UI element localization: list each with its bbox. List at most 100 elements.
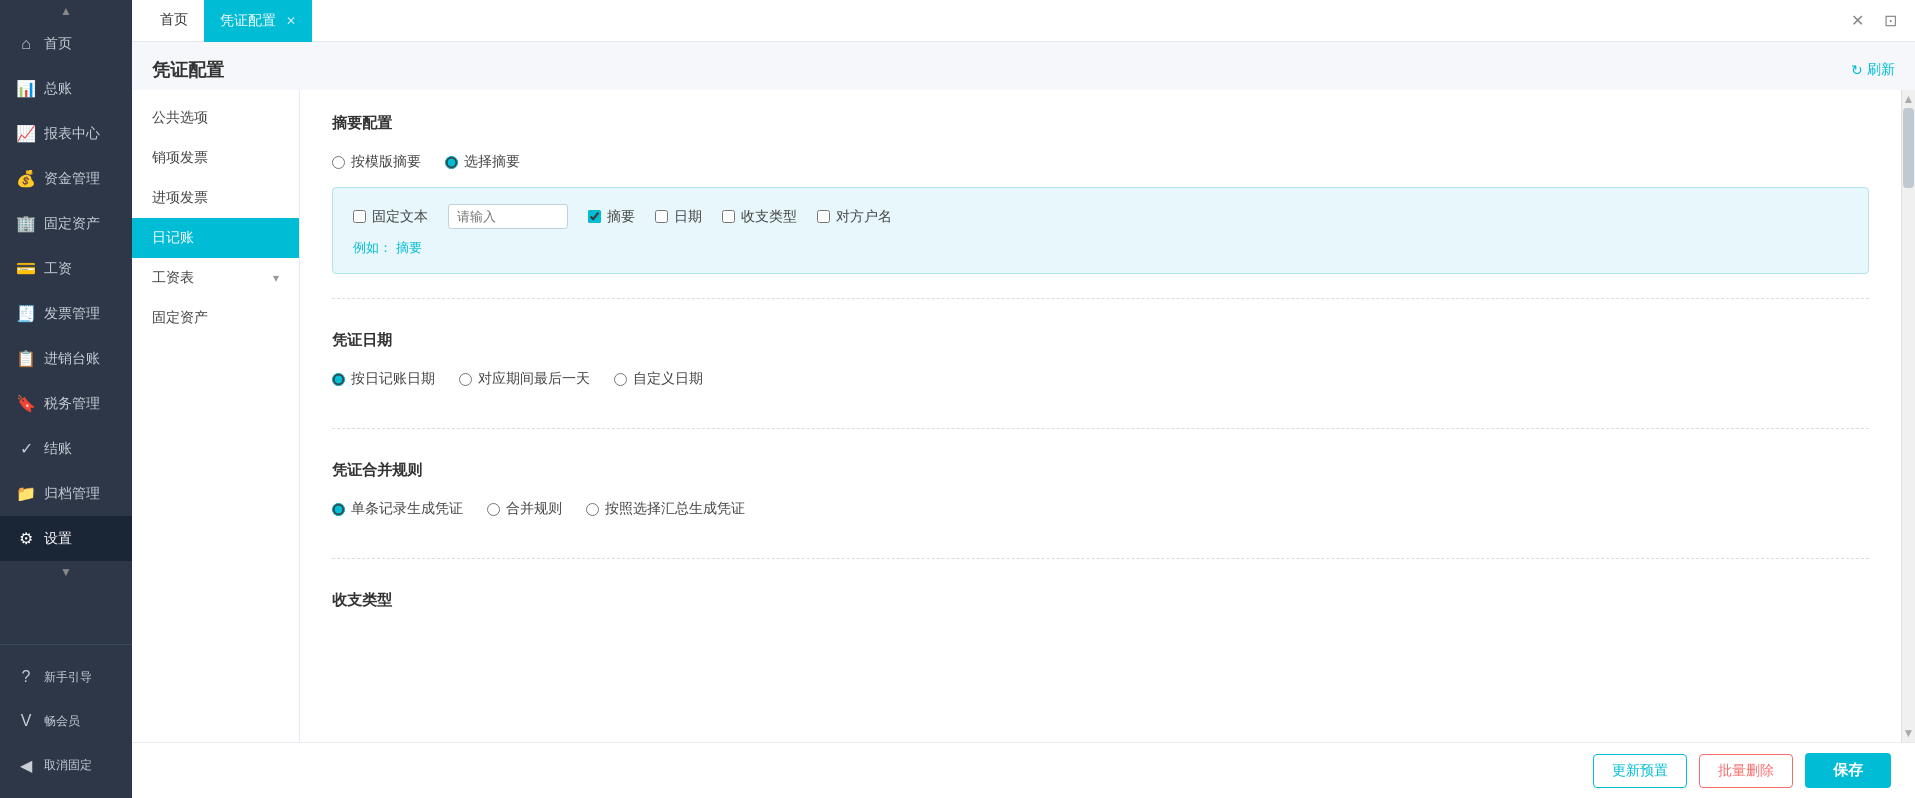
merge-radio-group: 单条记录生成凭证 合并规则 按照选择汇总生成凭证 [332,500,1869,518]
pin-icon: ◀ [16,756,36,775]
refresh-button[interactable]: ↻ 刷新 [1851,61,1895,79]
chevron-down-icon: ▾ [273,271,279,285]
summary-label: 摘要 [607,208,635,226]
left-nav-sales-invoice-label: 销项发票 [152,149,208,167]
right-content: 摘要配置 按模版摘要 选择摘要 [300,90,1901,742]
fixed-text-checkbox-label[interactable]: 固定文本 [353,208,428,226]
sidebar-item-tax[interactable]: 🔖 税务管理 [0,381,132,426]
template-summary-radio-label[interactable]: 按模版摘要 [332,153,421,171]
select-summary-gen-radio-label[interactable]: 按照选择汇总生成凭证 [586,500,745,518]
sidebar-item-archive[interactable]: 📁 归档管理 [0,471,132,516]
date-radio-group: 按日记账日期 对应期间最后一天 自定义日期 [332,370,1869,388]
template-summary-radio[interactable] [332,156,345,169]
income-type-checkbox-label[interactable]: 收支类型 [722,208,797,226]
single-record-radio[interactable] [332,503,345,516]
sidebar-item-fixed-asset[interactable]: 🏢 固定资产 [0,201,132,246]
period-last-label: 对应期间最后一天 [478,370,590,388]
maximize-window-button[interactable]: ⊡ [1878,9,1903,32]
summary-checkbox-label[interactable]: 摘要 [588,208,635,226]
select-summary-radio-label[interactable]: 选择摘要 [445,153,520,171]
sidebar-item-home[interactable]: ⌂ 首页 [0,22,132,66]
journal-date-radio[interactable] [332,373,345,386]
counterpart-checkbox[interactable] [817,210,830,223]
example-value: 摘要 [396,240,422,255]
counterpart-label: 对方户名 [836,208,892,226]
period-last-radio-label[interactable]: 对应期间最后一天 [459,370,590,388]
tab-bar: 首页 凭证配置 ✕ ✕ ⊡ [132,0,1915,42]
merge-rule-radio-label[interactable]: 合并规则 [487,500,562,518]
left-nav-sales-invoice[interactable]: 销项发票 [132,138,299,178]
sidebar-item-pin[interactable]: ◀ 取消固定 [0,743,132,788]
scrollbar[interactable]: ▲ ▼ [1901,90,1915,742]
sidebar-item-vip[interactable]: V 畅会员 [0,699,132,743]
date-section-title: 凭证日期 [332,331,1869,350]
sidebar-item-fund[interactable]: 💰 资金管理 [0,156,132,201]
refresh-icon: ↻ [1851,62,1863,78]
settings-icon: ⚙ [16,529,36,548]
left-nav-fixed-asset[interactable]: 固定资产 [132,298,299,338]
refresh-label: 刷新 [1867,61,1895,79]
custom-date-radio[interactable] [614,373,627,386]
left-nav-payroll-table[interactable]: 工资表 ▾ [132,258,299,298]
left-nav: 公共选项 销项发票 进项发票 日记账 工资表 ▾ 固定资产 [132,90,300,742]
left-nav-journal[interactable]: 日记账 [132,218,299,258]
batch-delete-button[interactable]: 批量删除 [1699,754,1793,788]
select-summary-radio[interactable] [445,156,458,169]
income-type-checkbox[interactable] [722,210,735,223]
custom-date-label: 自定义日期 [633,370,703,388]
sidebar-label-settings: 设置 [44,530,72,548]
fund-icon: 💰 [16,169,36,188]
sidebar-label-guide: 新手引导 [44,669,92,686]
left-nav-purchase-invoice[interactable]: 进项发票 [132,178,299,218]
save-button[interactable]: 保存 [1805,753,1891,788]
period-last-radio[interactable] [459,373,472,386]
archive-icon: 📁 [16,484,36,503]
fixed-text-checkbox[interactable] [353,210,366,223]
single-record-radio-label[interactable]: 单条记录生成凭证 [332,500,463,518]
select-summary-gen-label: 按照选择汇总生成凭证 [605,500,745,518]
vip-icon: V [16,712,36,730]
merge-rule-radio[interactable] [487,503,500,516]
sidebar-item-settlement[interactable]: ✓ 结账 [0,426,132,471]
date-checkbox[interactable] [655,210,668,223]
left-nav-public[interactable]: 公共选项 [132,98,299,138]
summary-checkbox[interactable] [588,210,601,223]
sidebar-scroll-up[interactable]: ▲ [0,0,132,22]
sidebar-item-settings[interactable]: ⚙ 设置 [0,516,132,561]
sidebar-item-guide[interactable]: ? 新手引导 [0,655,132,699]
fixed-text-input[interactable] [448,204,568,229]
counterpart-checkbox-label[interactable]: 对方户名 [817,208,892,226]
guide-icon: ? [16,668,36,686]
tab-home-label: 首页 [160,11,188,29]
sidebar-label-settlement: 结账 [44,440,72,458]
sidebar-item-invoice[interactable]: 🧾 发票管理 [0,291,132,336]
date-checkbox-label[interactable]: 日期 [655,208,702,226]
sidebar-item-ledger[interactable]: 📊 总账 [0,66,132,111]
sidebar-label-fixed-asset: 固定资产 [44,215,100,233]
select-summary-gen-radio[interactable] [586,503,599,516]
tab-home[interactable]: 首页 [144,0,204,42]
update-preview-button[interactable]: 更新预置 [1593,754,1687,788]
summary-checkbox-row: 固定文本 摘要 日期 [353,204,1848,229]
journal-date-radio-label[interactable]: 按日记账日期 [332,370,435,388]
income-type-section: 收支类型 [332,591,1869,654]
scrollbar-thumb[interactable] [1903,108,1914,188]
custom-date-radio-label[interactable]: 自定义日期 [614,370,703,388]
tab-voucher-config[interactable]: 凭证配置 ✕ [204,0,312,42]
left-nav-fixed-asset-label: 固定资产 [152,309,208,327]
single-record-label: 单条记录生成凭证 [351,500,463,518]
close-window-button[interactable]: ✕ [1845,9,1870,32]
summary-config-box: 固定文本 摘要 日期 [332,187,1869,274]
left-nav-purchase-invoice-label: 进项发票 [152,189,208,207]
sidebar-scroll-down[interactable]: ▼ [0,561,132,583]
sidebar-item-payroll[interactable]: 💳 工资 [0,246,132,291]
report-icon: 📈 [16,124,36,143]
sidebar-label-report: 报表中心 [44,125,100,143]
sidebar-item-purchase-sale[interactable]: 📋 进销台账 [0,336,132,381]
purchase-sale-icon: 📋 [16,349,36,368]
sidebar-item-report[interactable]: 📈 报表中心 [0,111,132,156]
summary-section-title: 摘要配置 [332,114,1869,133]
tab-voucher-config-label: 凭证配置 [220,12,276,30]
tab-close-icon[interactable]: ✕ [286,14,296,28]
sidebar-label-home: 首页 [44,35,72,53]
